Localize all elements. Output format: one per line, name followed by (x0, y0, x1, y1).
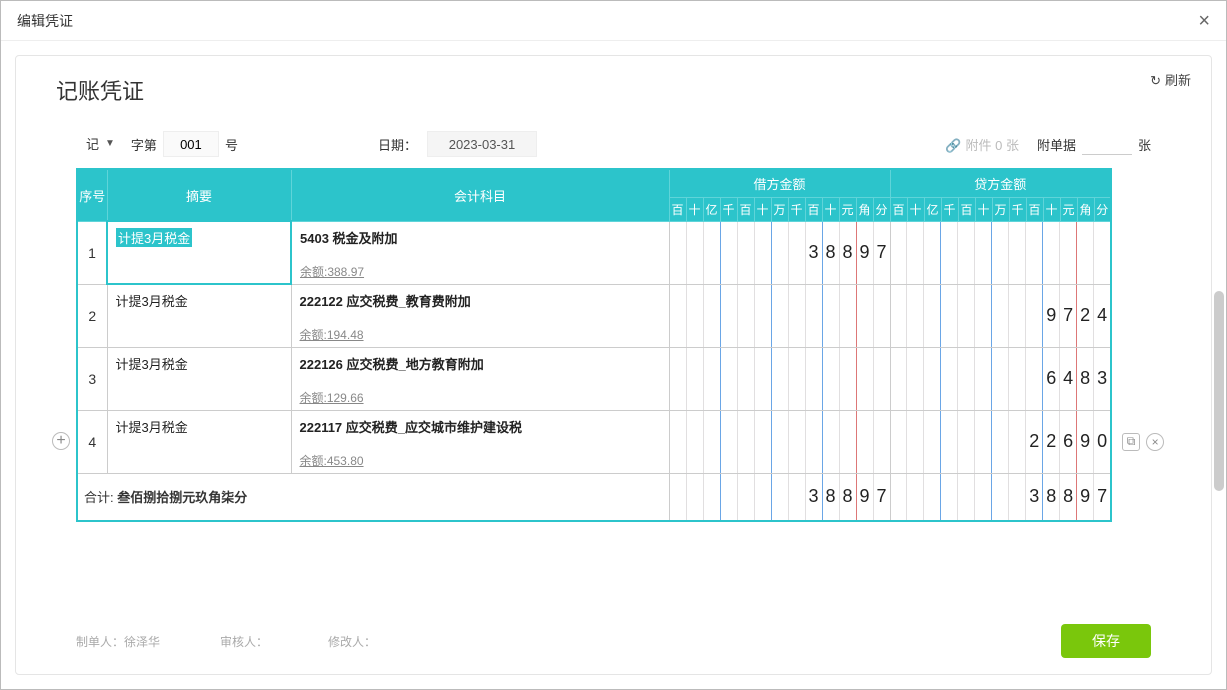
debit-amount[interactable] (669, 284, 890, 347)
header-digit: 十 (822, 197, 839, 221)
edit-voucher-modal: 编辑凭证 × ↻刷新 记账凭证 记 ▼ 字第 号 日期： 🔗附件 0 张 (0, 0, 1227, 690)
refresh-button[interactable]: ↻刷新 (1150, 70, 1191, 89)
credit-amount[interactable]: 9724 (890, 284, 1111, 347)
total-debit: 38897 (669, 473, 890, 521)
debit-amount[interactable] (669, 347, 890, 410)
header-digit: 万 (992, 197, 1009, 221)
balance-text: 余额:388.97 (300, 263, 364, 280)
header-digit: 亿 (924, 197, 941, 221)
table-row[interactable]: 2计提3月税金222122 应交税费_教育费附加余额:194.48 9724 (77, 284, 1111, 347)
debit-amount[interactable] (669, 410, 890, 473)
creator: 制单人：徐泽华 (76, 633, 160, 650)
modal-body: ↻刷新 记账凭证 记 ▼ 字第 号 日期： 🔗附件 0 张 附单据 (1, 41, 1226, 689)
voucher-footer: 制单人：徐泽华 审核人： 修改人： 保存 (76, 624, 1151, 658)
paperclip-icon: 🔗 (945, 138, 961, 153)
sheet-count-input[interactable] (1082, 133, 1132, 155)
credit-amount[interactable] (890, 221, 1111, 284)
header-digit: 分 (1094, 197, 1111, 221)
modal-title: 编辑凭证 (17, 1, 73, 41)
header-digit: 十 (975, 197, 992, 221)
reviewer: 审核人： (220, 633, 268, 650)
delete-row-icon[interactable]: × (1146, 433, 1164, 451)
total-label: 合计: 叁佰捌拾捌元玖角柒分 (77, 473, 669, 521)
close-icon[interactable]: × (1198, 1, 1210, 41)
voucher-table-wrap: 序号 摘要 会计科目 借方金额 贷方金额 百十亿千百十万千百十元角分百十亿千百十… (76, 168, 1151, 522)
attachment-link[interactable]: 🔗附件 0 张 (945, 135, 1019, 154)
header-digit: 十 (1043, 197, 1060, 221)
header-digit: 千 (720, 197, 737, 221)
row-index: 1 (77, 221, 107, 284)
row-actions: ⧉× (1122, 433, 1164, 451)
add-row-button[interactable]: + (52, 432, 70, 450)
header-digit: 元 (1060, 197, 1077, 221)
balance-text: 余额:453.80 (300, 452, 364, 469)
header-digit: 百 (890, 197, 907, 221)
refresh-icon: ↻ (1150, 73, 1161, 89)
header-digit: 百 (958, 197, 975, 221)
voucher-word-select[interactable]: 记 ▼ (76, 130, 125, 158)
page-title: 记账凭证 (56, 74, 1171, 106)
header-digit: 角 (1077, 197, 1094, 221)
modifier: 修改人： (328, 633, 376, 650)
header-digit: 百 (1026, 197, 1043, 221)
header-digit: 分 (873, 197, 890, 221)
header-credit: 贷方金额 (890, 169, 1111, 197)
row-index: 2 (77, 284, 107, 347)
modal-header: 编辑凭证 × (1, 1, 1226, 41)
subject-cell[interactable]: 222117 应交税费_应交城市维护建设税余额:453.80 (291, 410, 669, 473)
voucher-card: ↻刷新 记账凭证 记 ▼ 字第 号 日期： 🔗附件 0 张 附单据 (15, 55, 1212, 675)
header-digit: 元 (839, 197, 856, 221)
header-idx: 序号 (77, 169, 107, 221)
table-row[interactable]: 3计提3月税金222126 应交税费_地方教育附加余额:129.66 6483 (77, 347, 1111, 410)
copy-row-icon[interactable]: ⧉ (1122, 433, 1140, 451)
header-digit: 角 (856, 197, 873, 221)
summary-cell[interactable]: 计提3月税金 (107, 284, 291, 347)
balance-text: 余额:129.66 (300, 389, 364, 406)
credit-amount[interactable]: 22690⧉× (890, 410, 1111, 473)
save-button[interactable]: 保存 (1061, 624, 1151, 658)
voucher-seq-input[interactable] (163, 131, 219, 157)
header-debit: 借方金额 (669, 169, 890, 197)
balance-text: 余额:194.48 (300, 326, 364, 343)
table-row[interactable]: 4计提3月税金222117 应交税费_应交城市维护建设税余额:453.80 226… (77, 410, 1111, 473)
summary-cell[interactable]: 计提3月税金 (107, 221, 291, 284)
voucher-tbody: 1计提3月税金5403 税金及附加余额:388.97388972计提3月税金22… (77, 221, 1111, 521)
date-input[interactable] (427, 131, 537, 157)
table-row[interactable]: 1计提3月税金5403 税金及附加余额:388.9738897 (77, 221, 1111, 284)
header-digit: 千 (1009, 197, 1026, 221)
row-index: 4 (77, 410, 107, 473)
header-digit: 万 (771, 197, 788, 221)
date-label: 日期： (378, 135, 417, 154)
scrollbar-thumb[interactable] (1214, 291, 1224, 491)
header-digit: 十 (907, 197, 924, 221)
credit-amount[interactable]: 6483 (890, 347, 1111, 410)
voucher-thead: 序号 摘要 会计科目 借方金额 贷方金额 百十亿千百十万千百十元角分百十亿千百十… (77, 169, 1111, 221)
total-row: 合计: 叁佰捌拾捌元玖角柒分3889738897 (77, 473, 1111, 521)
summary-cell[interactable]: 计提3月税金 (107, 347, 291, 410)
header-digit: 百 (737, 197, 754, 221)
summary-cell[interactable]: 计提3月税金 (107, 410, 291, 473)
header-digit: 亿 (703, 197, 720, 221)
voucher-table: 序号 摘要 会计科目 借方金额 贷方金额 百十亿千百十万千百十元角分百十亿千百十… (76, 168, 1112, 522)
header-digit: 百 (805, 197, 822, 221)
header-digit: 千 (788, 197, 805, 221)
debit-amount[interactable]: 38897 (669, 221, 890, 284)
total-credit: 38897 (890, 473, 1111, 521)
header-digit: 百 (669, 197, 686, 221)
header-subject: 会计科目 (291, 169, 669, 221)
header-digit: 千 (941, 197, 958, 221)
voucher-toolbar: 记 ▼ 字第 号 日期： 🔗附件 0 张 附单据 张 (76, 130, 1151, 158)
chevron-down-icon: ▼ (105, 138, 115, 149)
subject-cell[interactable]: 222122 应交税费_教育费附加余额:194.48 (291, 284, 669, 347)
row-index: 3 (77, 347, 107, 410)
header-summary: 摘要 (107, 169, 291, 221)
subject-cell[interactable]: 5403 税金及附加余额:388.97 (291, 221, 669, 284)
header-digit: 十 (754, 197, 771, 221)
subject-cell[interactable]: 222126 应交税费_地方教育附加余额:129.66 (291, 347, 669, 410)
header-digit: 十 (686, 197, 703, 221)
